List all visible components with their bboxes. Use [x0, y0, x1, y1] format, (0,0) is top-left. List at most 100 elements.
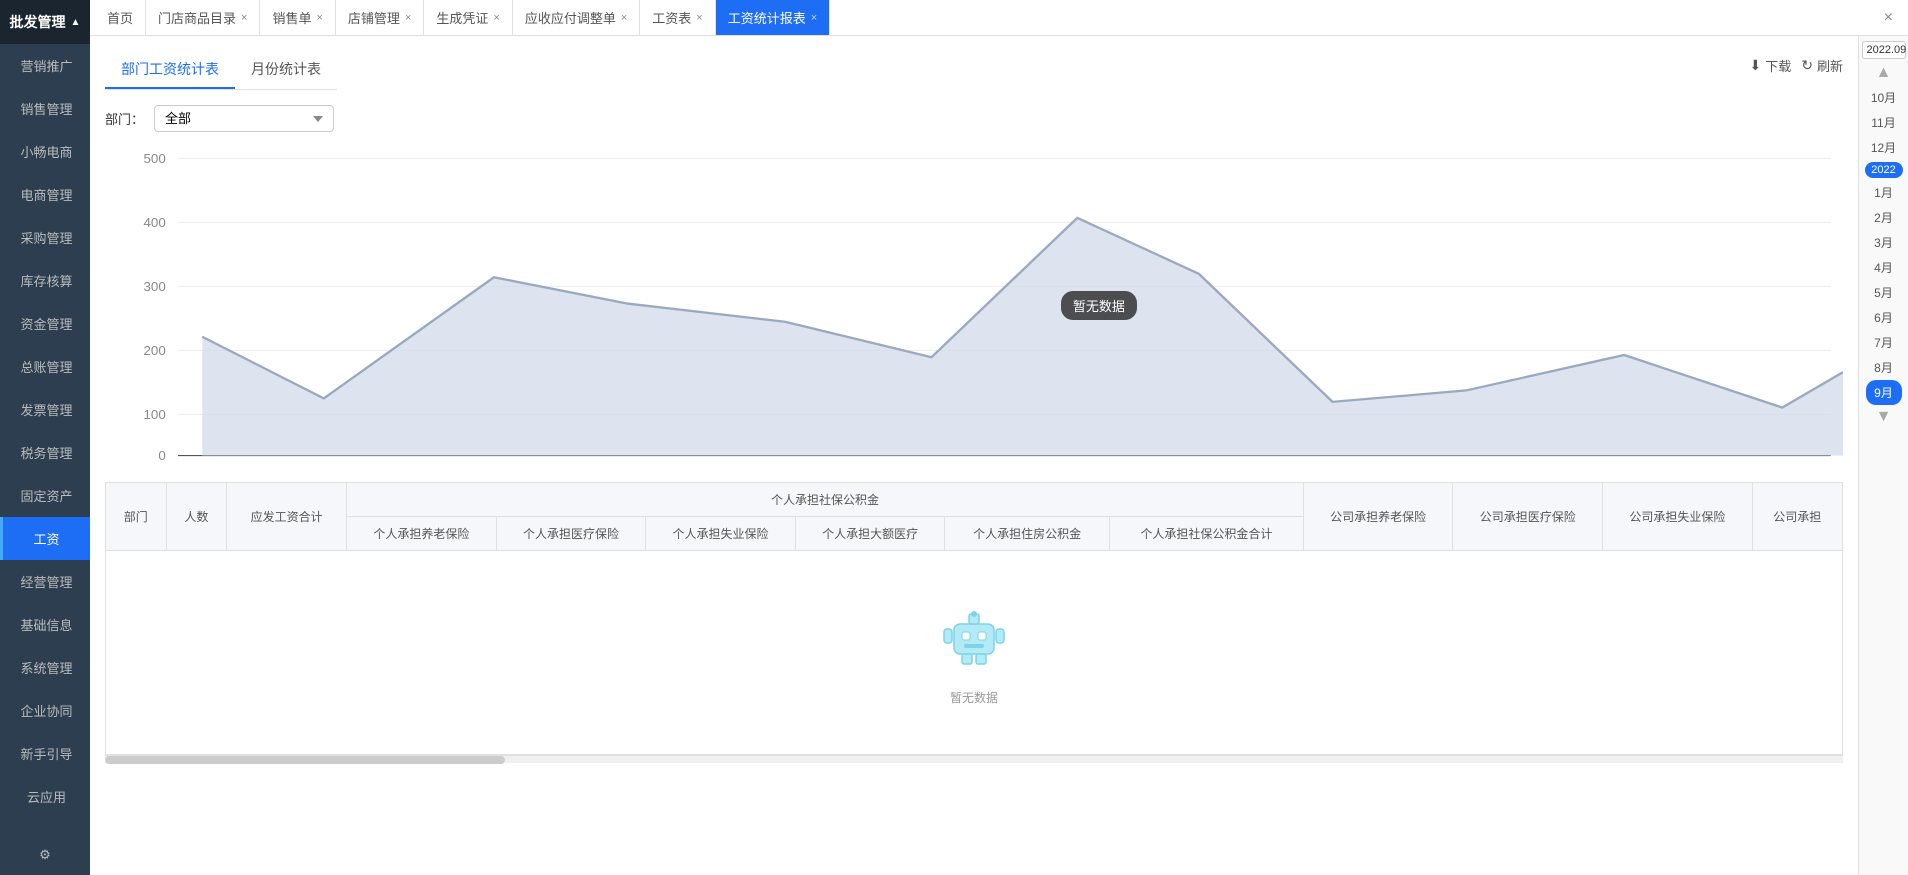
sidebar-item-finance[interactable]: 资金管理 [0, 302, 90, 345]
sidebar-item-purchase[interactable]: 采购管理 [0, 216, 90, 259]
sidebar-item-label: 基础信息 [20, 618, 72, 633]
timeline-month-9-active[interactable]: 9月 [1866, 380, 1902, 405]
sidebar-item-sales[interactable]: 销售管理 [0, 87, 90, 130]
dept-filter-select[interactable]: 全部 [154, 105, 334, 132]
timeline-month-10[interactable]: 10月 [1859, 85, 1908, 110]
sidebar-item-assets[interactable]: 固定资产 [0, 474, 90, 517]
sidebar-item-invoice[interactable]: 发票管理 [0, 388, 90, 431]
sub-tab-month[interactable]: 月份统计表 [235, 51, 337, 89]
col-dept: 部门 [106, 483, 167, 551]
col-personal-housing: 个人承担住房公积金 [945, 517, 1109, 551]
timeline-month-5[interactable]: 5月 [1859, 280, 1908, 305]
tab-sales-order[interactable]: 销售单 × [260, 0, 335, 36]
sidebar-item-label: 固定资产 [20, 489, 72, 504]
tab-payroll[interactable]: 工资表 × [640, 0, 715, 36]
timeline-panel: 2022.09 ▲ 10月 11月 12月 2022 1月 2月 3月 [1858, 36, 1908, 875]
sidebar-item-label: 系统管理 [20, 661, 72, 676]
tab-store-catalog[interactable]: 门店商品目录 × [146, 0, 260, 36]
tab-label: 工资表 [652, 8, 691, 27]
col-count: 人数 [166, 483, 227, 551]
sidebar-item-operations[interactable]: 经营管理 [0, 560, 90, 603]
sidebar-item-label: 销售管理 [20, 102, 72, 117]
chart-no-data-text: 暂无数据 [1073, 299, 1125, 314]
sidebar-settings-button[interactable]: ⚙ [0, 835, 90, 875]
tab-ar-ap[interactable]: 应收应付调整单 × [513, 0, 640, 36]
download-label: 下载 [1765, 56, 1791, 75]
sidebar-item-ecommerce[interactable]: 电商管理 [0, 173, 90, 216]
sidebar-item-inventory[interactable]: 库存核算 [0, 259, 90, 302]
timeline-month-3[interactable]: 3月 [1859, 230, 1908, 255]
download-button[interactable]: ⬇ 下载 [1750, 56, 1792, 75]
tab-label: 首页 [107, 8, 133, 27]
sidebar-item-system[interactable]: 系统管理 [0, 646, 90, 689]
timeline-month-6[interactable]: 6月 [1859, 305, 1908, 330]
sub-tab-label: 部门工资统计表 [121, 61, 219, 77]
refresh-icon: ↻ [1801, 57, 1813, 74]
sidebar-item-ledger[interactable]: 总账管理 [0, 345, 90, 388]
svg-text:500: 500 [143, 151, 165, 166]
empty-state: 暂无数据 [118, 559, 1830, 746]
sidebar: 批发管理 ▲ 营销推广 销售管理 小畅电商 电商管理 采购管理 库存核算 资金管… [0, 0, 90, 875]
timeline-year-2022[interactable]: 2022 [1865, 162, 1903, 178]
tab-store-mgmt[interactable]: 店铺管理 × [336, 0, 424, 36]
col-personal-unemployment: 个人承担失业保险 [646, 517, 796, 551]
tab-home[interactable]: 首页 [95, 0, 146, 36]
col-personal-pension: 个人承担养老保险 [347, 517, 497, 551]
sidebar-item-marketing[interactable]: 营销推广 [0, 44, 90, 87]
tab-close-icon[interactable]: × [241, 12, 247, 24]
sidebar-item-label: 经营管理 [20, 575, 72, 590]
sidebar-item-guide[interactable]: 新手引导 [0, 732, 90, 775]
sidebar-item-ecommerce-small[interactable]: 小畅电商 [0, 130, 90, 173]
tab-close-icon[interactable]: × [811, 12, 817, 24]
svg-text:400: 400 [143, 215, 165, 230]
refresh-button[interactable]: ↻ 刷新 [1801, 56, 1843, 75]
timeline-month-8[interactable]: 8月 [1859, 355, 1908, 380]
sidebar-title: 批发管理 [10, 12, 66, 32]
tab-close-icon[interactable]: × [405, 12, 411, 24]
tab-label: 销售单 [272, 8, 311, 27]
dept-filter-label: 部门： [105, 109, 144, 128]
download-icon: ⬇ [1750, 57, 1762, 74]
timeline-nav-down[interactable]: ▼ [1873, 405, 1895, 429]
sub-tab-label: 月份统计表 [251, 61, 321, 77]
tab-close-icon[interactable]: × [621, 12, 627, 24]
sidebar-item-label: 工资 [33, 532, 59, 547]
bottom-scrollbar[interactable] [105, 755, 1843, 763]
tab-close-all-button[interactable]: × [1874, 9, 1903, 27]
tab-close-icon[interactable]: × [316, 12, 322, 24]
timeline-month-12[interactable]: 12月 [1859, 135, 1908, 160]
main-area: 首页 门店商品目录 × 销售单 × 店铺管理 × 生成凭证 × 应收应付调整单 … [90, 0, 1908, 875]
tab-bar: 首页 门店商品目录 × 销售单 × 店铺管理 × 生成凭证 × 应收应付调整单 … [90, 0, 1908, 36]
sidebar-item-tax[interactable]: 税务管理 [0, 431, 90, 474]
timeline-month-7[interactable]: 7月 [1859, 330, 1908, 355]
timeline-month-1[interactable]: 1月 [1859, 180, 1908, 205]
timeline-month-2[interactable]: 2月 [1859, 205, 1908, 230]
sidebar-item-cloud[interactable]: 云应用 [0, 775, 90, 818]
sidebar-item-label: 企业协同 [20, 704, 72, 719]
sidebar-item-basic-info[interactable]: 基础信息 [0, 603, 90, 646]
tab-payroll-report[interactable]: 工资统计报表 × [716, 0, 830, 36]
chart-container: 500 400 300 200 100 0 暂无数据 [105, 147, 1843, 467]
svg-text:300: 300 [143, 279, 165, 294]
tab-close-icon[interactable]: × [696, 12, 702, 24]
col-company-other: 公司承担 [1752, 483, 1842, 551]
sidebar-item-collab[interactable]: 企业协同 [0, 689, 90, 732]
tab-label: 应收应付调整单 [525, 8, 616, 27]
tab-generate-voucher[interactable]: 生成凭证 × [424, 0, 512, 36]
empty-robot-icon [934, 599, 1014, 679]
sidebar-expand-icon[interactable]: ▲ [71, 17, 81, 28]
col-company-pension: 公司承担养老保险 [1303, 483, 1453, 551]
sidebar-item-label: 电商管理 [20, 188, 72, 203]
sidebar-item-label: 库存核算 [20, 274, 72, 289]
timeline-month-4[interactable]: 4月 [1859, 255, 1908, 280]
sidebar-item-payroll[interactable]: 工资 [0, 517, 90, 560]
scrollbar-thumb[interactable] [105, 756, 505, 764]
toolbar: ⬇ 下载 ↻ 刷新 [1750, 56, 1844, 75]
timeline-nav-up[interactable]: ▲ [1873, 61, 1895, 85]
svg-text:200: 200 [143, 343, 165, 358]
sidebar-item-label: 总账管理 [20, 360, 72, 375]
sub-tab-dept[interactable]: 部门工资统计表 [105, 51, 235, 89]
timeline-month-11[interactable]: 11月 [1859, 110, 1908, 135]
settings-icon: ⚙ [39, 847, 51, 862]
tab-close-icon[interactable]: × [493, 12, 499, 24]
